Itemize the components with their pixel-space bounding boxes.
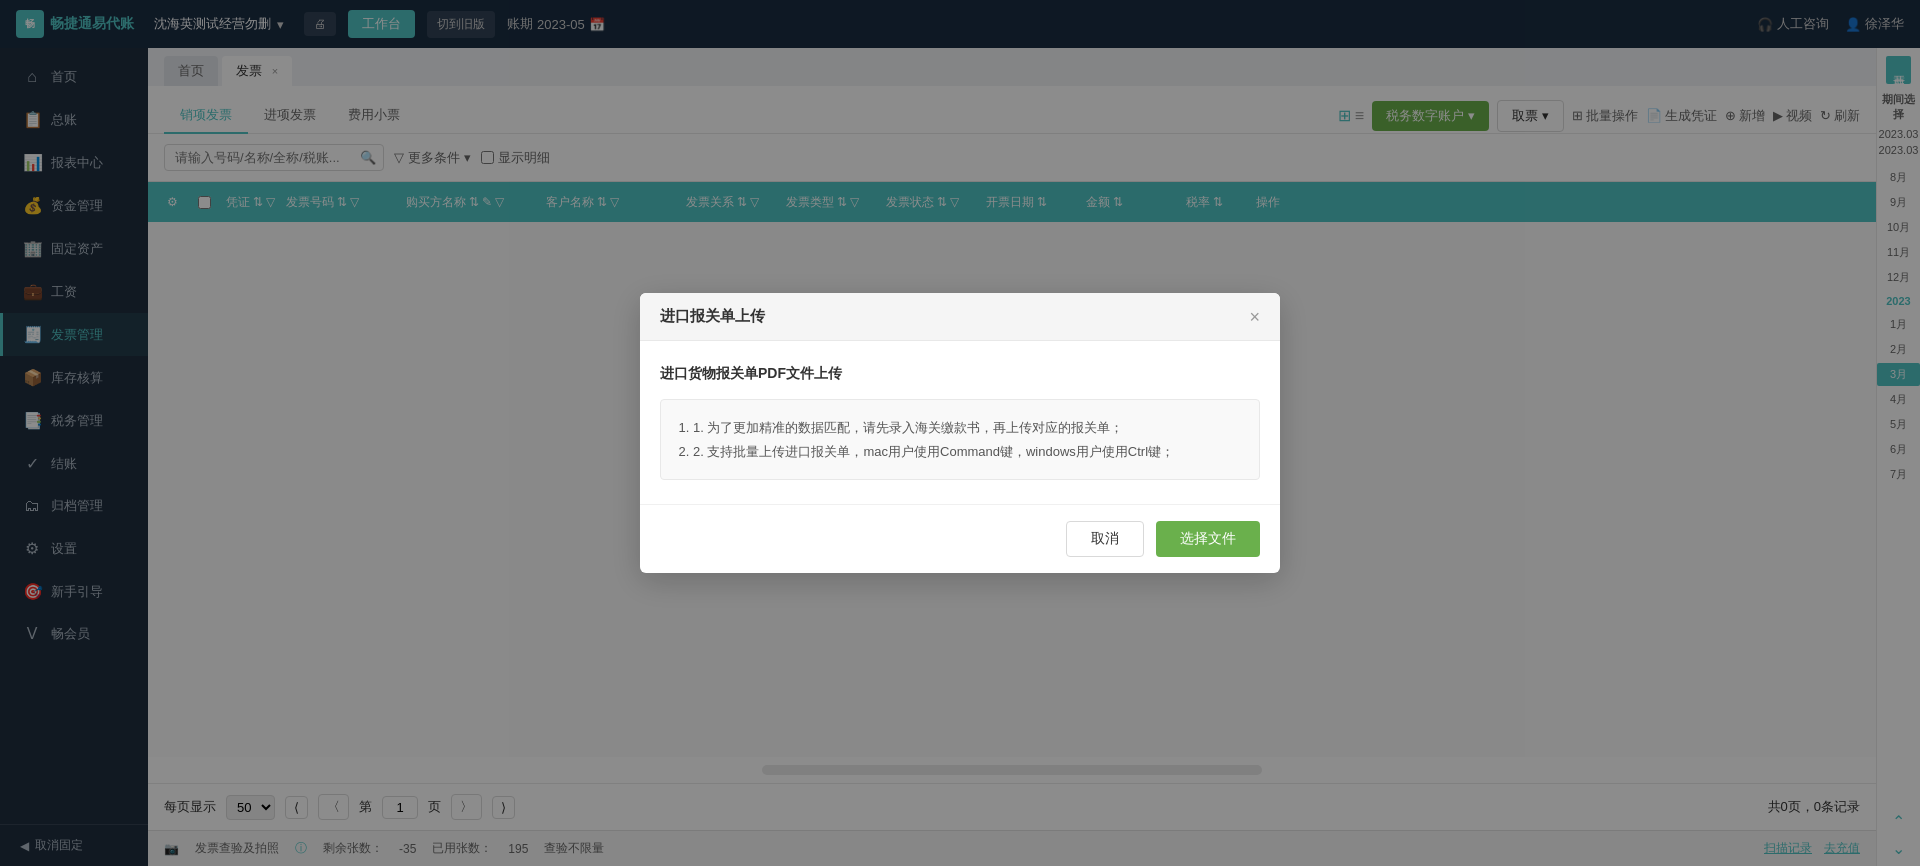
modal-info-item-1: 1. 为了更加精准的数据匹配，请先录入海关缴款书，再上传对应的报关单； xyxy=(693,416,1243,439)
modal-section-title: 进口货物报关单PDF文件上传 xyxy=(660,365,1260,383)
modal-overlay: 进口报关单上传 × 进口货物报关单PDF文件上传 1. 为了更加精准的数据匹配，… xyxy=(0,0,1920,866)
modal-select-file-btn[interactable]: 选择文件 xyxy=(1156,521,1260,557)
modal-info-box: 1. 为了更加精准的数据匹配，请先录入海关缴款书，再上传对应的报关单； 2. 支… xyxy=(660,399,1260,480)
import-customs-modal: 进口报关单上传 × 进口货物报关单PDF文件上传 1. 为了更加精准的数据匹配，… xyxy=(640,293,1280,573)
modal-close-btn[interactable]: × xyxy=(1249,308,1260,326)
modal-cancel-btn[interactable]: 取消 xyxy=(1066,521,1144,557)
modal-info-item-2: 2. 支持批量上传进口报关单，mac用户使用Command键，windows用户… xyxy=(693,440,1243,463)
modal-footer: 取消 选择文件 xyxy=(640,504,1280,573)
modal-title: 进口报关单上传 xyxy=(660,307,765,326)
modal-header: 进口报关单上传 × xyxy=(640,293,1280,341)
modal-body: 进口货物报关单PDF文件上传 1. 为了更加精准的数据匹配，请先录入海关缴款书，… xyxy=(640,341,1280,504)
